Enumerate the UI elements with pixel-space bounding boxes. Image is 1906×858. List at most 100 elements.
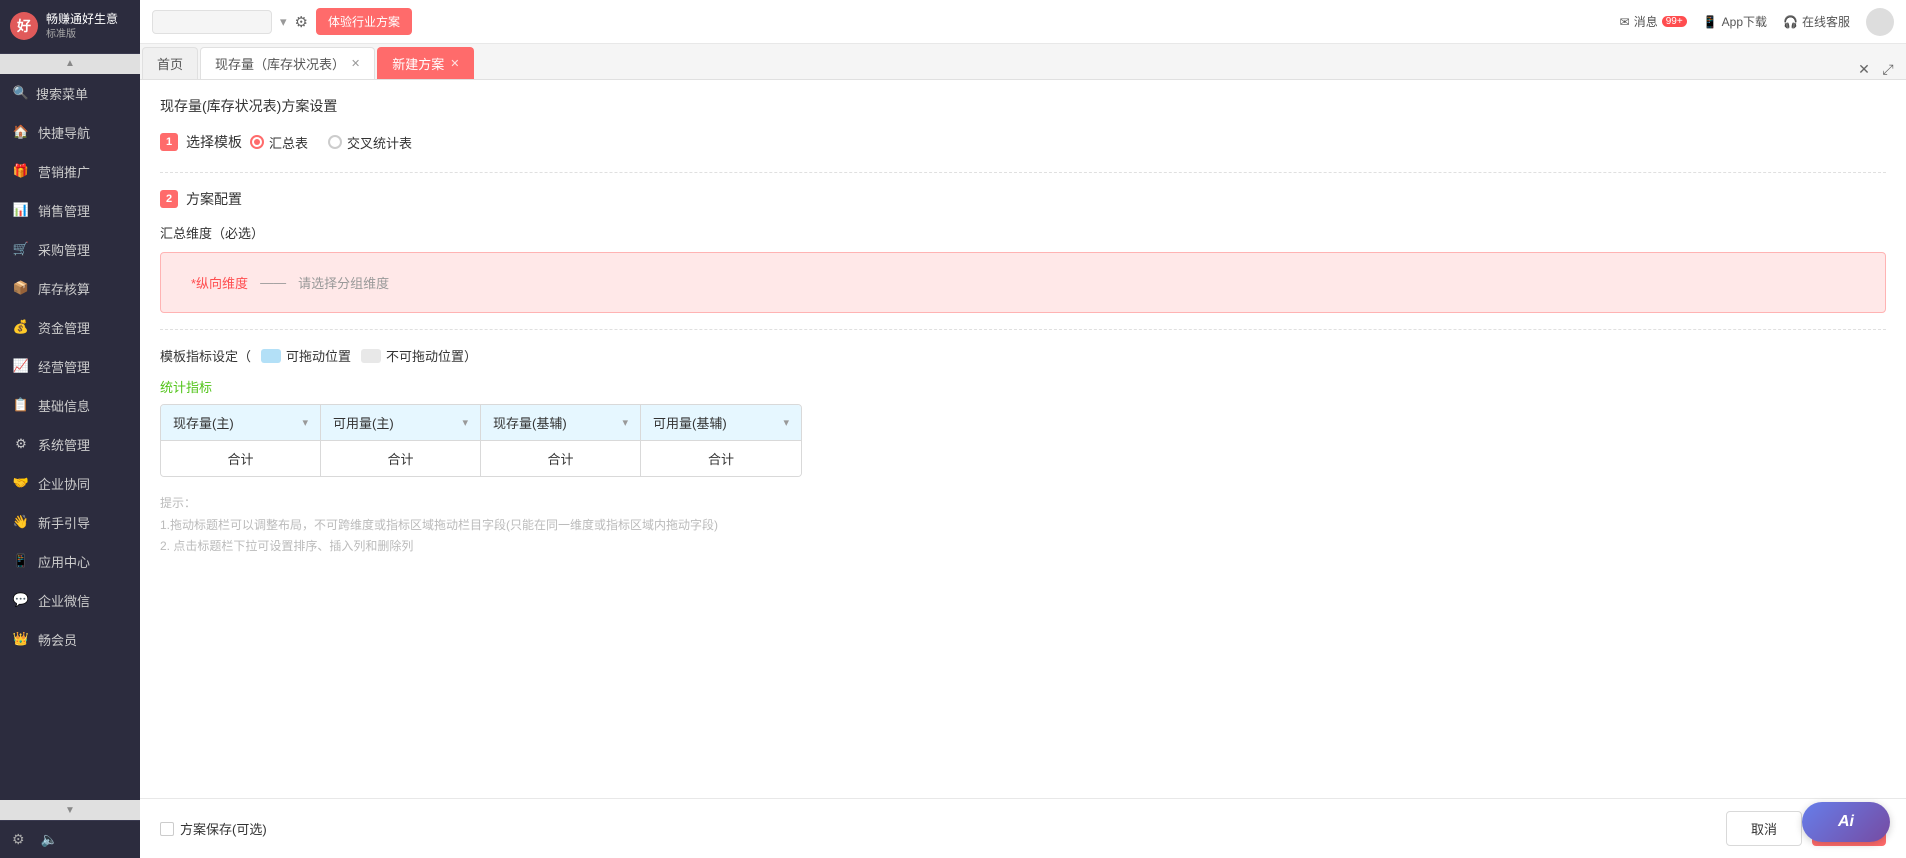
- tips-section: 提示： 1.拖动标题栏可以调整布局，不可跨维度或指标区域拖动栏目字段(只能在同一…: [160, 493, 1886, 558]
- stats-label: 统计指标: [160, 377, 1886, 396]
- search-input[interactable]: [152, 10, 272, 34]
- scroll-up-arrow[interactable]: ▲: [0, 54, 140, 74]
- gift-icon: 🎁: [12, 162, 30, 180]
- sidebar-item-purchase[interactable]: 🛒 采购管理: [0, 230, 140, 269]
- step1-num: 1: [160, 133, 178, 151]
- sidebar-item-marketing[interactable]: 🎁 营销推广: [0, 152, 140, 191]
- radio-summary[interactable]: 汇总表: [250, 133, 308, 152]
- chat-icon: 💬: [12, 591, 30, 609]
- main-area: ▾ ⚙ 体验行业方案 ✉ 消息 99+ 📱 App下载 🎧 在线客服 首页: [140, 0, 1906, 858]
- legend-draggable: 可拖动位置: [261, 346, 351, 365]
- cancel-button[interactable]: 取消: [1726, 811, 1802, 846]
- topbar-dropdown-icon[interactable]: ▾: [280, 14, 287, 30]
- tab-new-plan[interactable]: 新建方案 ✕: [377, 47, 474, 79]
- col-3-dropdown-icon[interactable]: ▾: [783, 416, 789, 429]
- save-checkbox[interactable]: 方案保存(可选): [160, 819, 267, 838]
- sidebar-logo: 好 畅赚通好生意 标准版: [0, 0, 140, 54]
- radio-summary-circle: [250, 135, 264, 149]
- sidebar-item-new-guide[interactable]: 👋 新手引导: [0, 503, 140, 542]
- topbar-right: ✉ 消息 99+ 📱 App下载 🎧 在线客服: [1620, 8, 1894, 36]
- step2-num: 2: [160, 190, 178, 208]
- sidebar-item-operations[interactable]: 📈 经营管理: [0, 347, 140, 386]
- tab-inventory-label: 现存量（库存状况表）: [215, 54, 345, 73]
- tab-new-plan-close-icon[interactable]: ✕: [450, 57, 459, 70]
- window-close-button[interactable]: ✕: [1854, 59, 1874, 79]
- save-label: 方案保存(可选): [180, 819, 267, 838]
- sidebar-item-member[interactable]: 👑 畅会员: [0, 620, 140, 659]
- sidebar-item-finance[interactable]: 💰 资金管理: [0, 308, 140, 347]
- mobile-icon: 📱: [12, 552, 30, 570]
- col-2-dropdown-icon[interactable]: ▾: [622, 416, 628, 429]
- legend-non-draggable-label: 不可拖动位置）: [386, 346, 477, 365]
- radio-cross-circle: [328, 135, 342, 149]
- money-icon: 💰: [12, 318, 30, 336]
- crown-icon: 👑: [12, 630, 30, 648]
- stats-table-row: 合计 合计 合计 合计: [161, 440, 801, 476]
- legend-draggable-box: [261, 349, 281, 363]
- dim-dash: ——: [260, 275, 286, 290]
- content-inner: 现存量(库存状况表)方案设置 1 选择模板 汇总表 交叉统计表: [140, 80, 1906, 858]
- dimension-box[interactable]: *纵向维度 —— 请选择分组维度: [160, 252, 1886, 313]
- step2-title: 方案配置: [186, 189, 242, 209]
- ai-fab-button[interactable]: Ai: [1802, 802, 1890, 842]
- customer-service-item[interactable]: 🎧 在线客服: [1783, 13, 1850, 30]
- tab-home[interactable]: 首页: [142, 47, 198, 79]
- stats-col-0-label: 现存量(主): [173, 413, 234, 432]
- dim-placeholder: 请选择分组维度: [298, 273, 389, 292]
- step2-header: 2 方案配置: [160, 189, 1886, 209]
- sidebar-item-sales[interactable]: 📊 销售管理: [0, 191, 140, 230]
- sidebar-item-app-center[interactable]: 📱 应用中心: [0, 542, 140, 581]
- sidebar-item-search-menu[interactable]: 🔍 搜索菜单: [0, 74, 140, 113]
- sidebar: 好 畅赚通好生意 标准版 ▲ 🔍 搜索菜单 🏠 快捷导航 🎁 营销推广 📊 销售…: [0, 0, 140, 858]
- handshake-icon: 🤝: [12, 474, 30, 492]
- wave-icon: 👋: [12, 513, 30, 531]
- stats-col-1[interactable]: 可用量(主) ▾: [321, 405, 481, 440]
- stats-cell-0: 合计: [161, 441, 321, 476]
- step1-section: 1 选择模板 汇总表 交叉统计表: [160, 132, 1886, 152]
- indicator-settings: 模板指标设定（ 可拖动位置 不可拖动位置）: [160, 346, 1886, 365]
- legend-non-draggable: 不可拖动位置）: [361, 346, 477, 365]
- settings-bottom-icon[interactable]: ⚙: [12, 831, 25, 848]
- tips-item-1: 1.拖动标题栏可以调整布局，不可跨维度或指标区域拖动栏目字段(只能在同一维度或指…: [160, 515, 1886, 537]
- footer: 方案保存(可选) 取消 查询: [140, 798, 1906, 858]
- app-name: 畅赚通好生意 标准版: [46, 12, 118, 41]
- stats-col-0[interactable]: 现存量(主) ▾: [161, 405, 321, 440]
- stats-col-2[interactable]: 现存量(基辅) ▾: [481, 405, 641, 440]
- divider-2: [160, 329, 1886, 330]
- radio-cross[interactable]: 交叉统计表: [328, 133, 412, 152]
- template-radio-group: 汇总表 交叉统计表: [250, 133, 412, 152]
- tips-title: 提示：: [160, 496, 196, 510]
- industry-plan-button[interactable]: 体验行业方案: [316, 8, 412, 35]
- user-avatar[interactable]: [1866, 8, 1894, 36]
- box-icon: 📦: [12, 279, 30, 297]
- chart-icon: 📊: [12, 201, 30, 219]
- sidebar-item-wechat[interactable]: 💬 企业微信: [0, 581, 140, 620]
- sidebar-item-basic-info[interactable]: 📋 基础信息: [0, 386, 140, 425]
- sidebar-item-inventory[interactable]: 📦 库存核算: [0, 269, 140, 308]
- speaker-icon[interactable]: 🔈: [41, 831, 58, 848]
- messages-item[interactable]: ✉ 消息 99+: [1620, 13, 1687, 30]
- app-download-item[interactable]: 📱 App下载: [1703, 13, 1767, 30]
- window-expand-button[interactable]: ⤢: [1878, 59, 1898, 79]
- tab-inventory-close-icon[interactable]: ✕: [351, 57, 360, 70]
- gear-icon: ⚙: [12, 435, 30, 453]
- tab-new-plan-label: 新建方案: [392, 54, 444, 73]
- step1-title: 选择模板: [186, 132, 242, 152]
- sidebar-item-quick-nav[interactable]: 🏠 快捷导航: [0, 113, 140, 152]
- tab-inventory-status[interactable]: 现存量（库存状况表） ✕: [200, 47, 375, 79]
- scroll-down-arrow[interactable]: ▼: [0, 800, 140, 820]
- col-1-dropdown-icon[interactable]: ▾: [462, 416, 468, 429]
- save-checkbox-box[interactable]: [160, 822, 174, 836]
- stats-col-3[interactable]: 可用量(基辅) ▾: [641, 405, 801, 440]
- messages-badge: 99+: [1662, 16, 1687, 27]
- col-0-dropdown-icon[interactable]: ▾: [302, 416, 308, 429]
- document-icon: 📋: [12, 396, 30, 414]
- sidebar-item-cooperation[interactable]: 🤝 企业协同: [0, 464, 140, 503]
- home-icon: 🏠: [12, 123, 30, 141]
- topbar: ▾ ⚙ 体验行业方案 ✉ 消息 99+ 📱 App下载 🎧 在线客服: [140, 0, 1906, 44]
- stats-table-header: 现存量(主) ▾ 可用量(主) ▾ 现存量(基辅) ▾ 可用量(基辅): [161, 405, 801, 440]
- stats-cell-1: 合计: [321, 441, 481, 476]
- page-title: 现存量(库存状况表)方案设置: [160, 96, 1886, 116]
- sidebar-item-system[interactable]: ⚙ 系统管理: [0, 425, 140, 464]
- topbar-gear-icon[interactable]: ⚙: [295, 13, 308, 31]
